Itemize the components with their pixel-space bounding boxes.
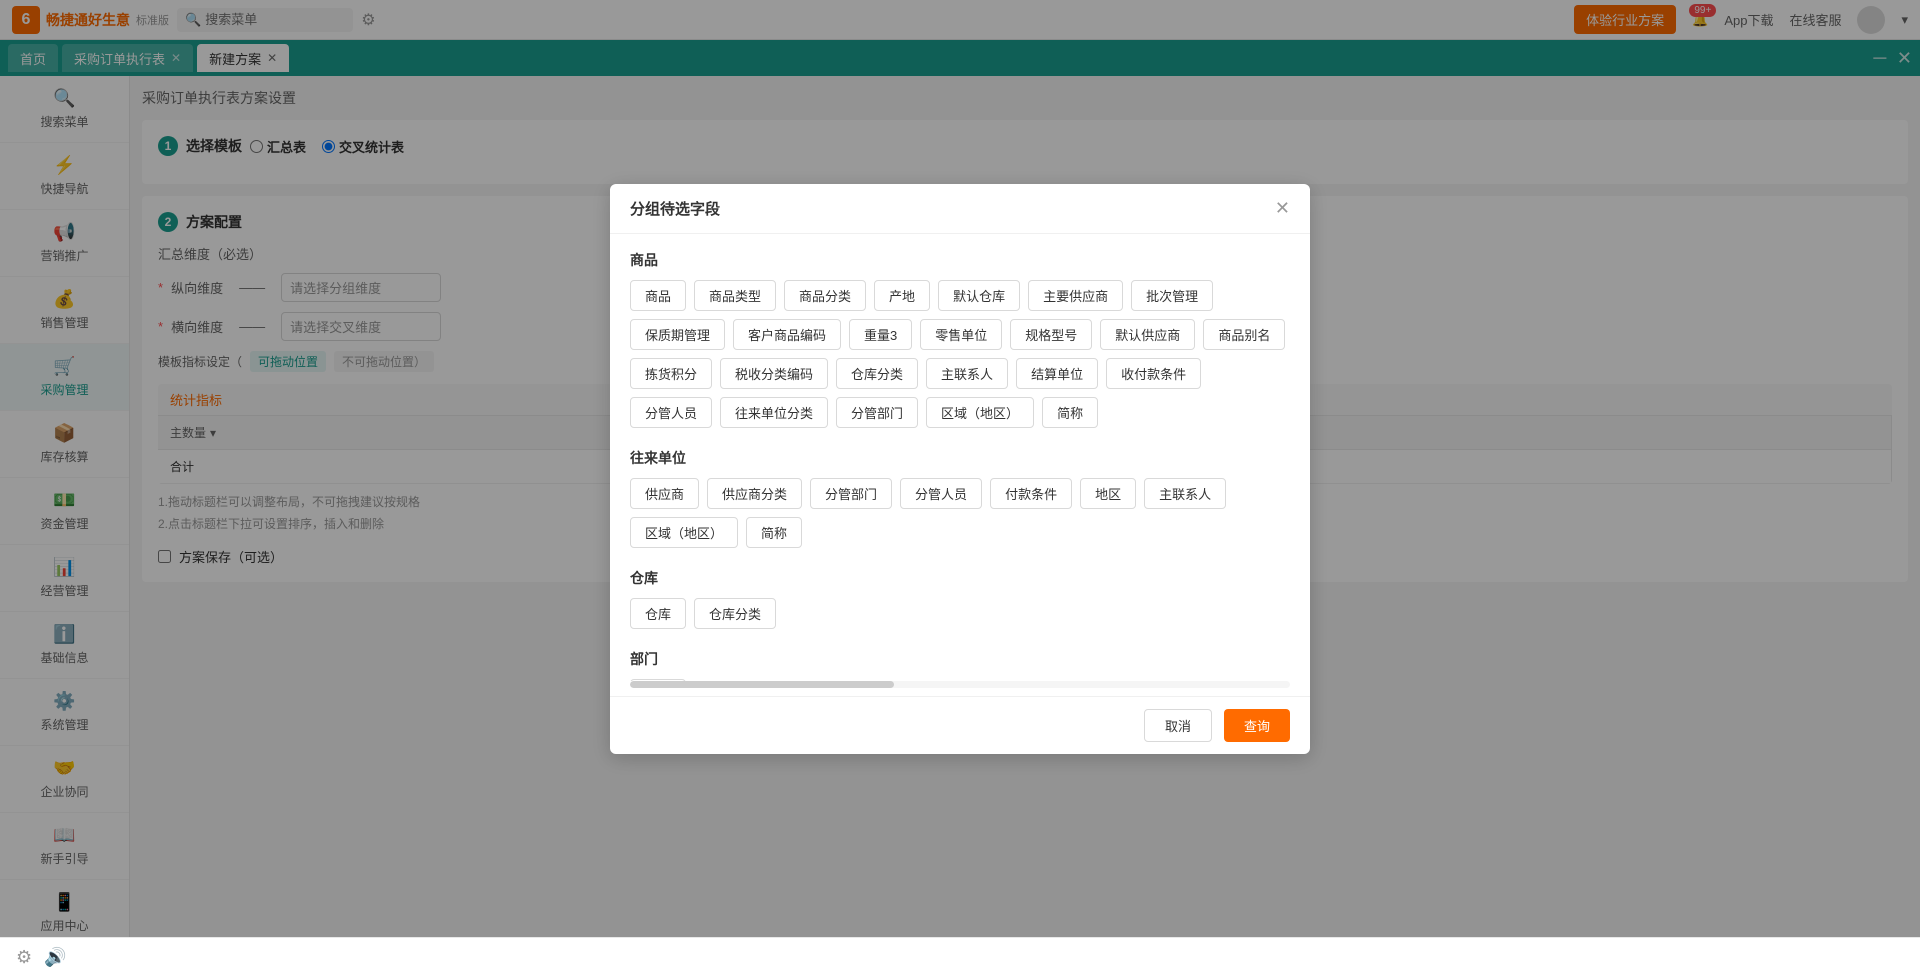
modal-overlay: 分组待选字段 ✕ 商品商品商品类型商品分类产地默认仓库主要供应商批次管理保质期管… bbox=[0, 0, 1920, 937]
field-tags-0: 商品商品类型商品分类产地默认仓库主要供应商批次管理保质期管理客户商品编码重量3 零… bbox=[630, 280, 1290, 428]
field-tag-0-16[interactable]: 仓库分类 bbox=[836, 358, 918, 389]
field-section-0: 商品商品商品类型商品分类产地默认仓库主要供应商批次管理保质期管理客户商品编码重量… bbox=[630, 250, 1290, 428]
modal-body: 商品商品商品类型商品分类产地默认仓库主要供应商批次管理保质期管理客户商品编码重量… bbox=[610, 234, 1310, 682]
field-tags-1: 供应商供应商分类分管部门分管人员付款条件地区主联系人区域（地区） 简称 bbox=[630, 478, 1290, 548]
field-tag-0-21[interactable]: 往来单位分类 bbox=[720, 397, 828, 428]
modal-title: 分组待选字段 bbox=[630, 198, 720, 219]
field-tag-1-8[interactable]: 简称 bbox=[746, 517, 802, 548]
settings-bottom-icon[interactable]: ⚙ bbox=[16, 947, 32, 968]
field-tag-1-3[interactable]: 分管人员 bbox=[900, 478, 982, 509]
field-tag-0-8[interactable]: 客户商品编码 bbox=[733, 319, 841, 350]
modal-close-btn[interactable]: ✕ bbox=[1275, 199, 1290, 217]
field-tag-1-5[interactable]: 地区 bbox=[1080, 478, 1136, 509]
field-tag-0-0[interactable]: 商品 bbox=[630, 280, 686, 311]
field-tag-1-6[interactable]: 主联系人 bbox=[1144, 478, 1226, 509]
field-tag-1-0[interactable]: 供应商 bbox=[630, 478, 699, 509]
field-select-modal: 分组待选字段 ✕ 商品商品商品类型商品分类产地默认仓库主要供应商批次管理保质期管… bbox=[610, 184, 1310, 754]
field-section-title-0: 商品 bbox=[630, 250, 1290, 270]
field-tag-1-2[interactable]: 分管部门 bbox=[810, 478, 892, 509]
bottom-left: ⚙ 🔊 bbox=[16, 947, 67, 968]
field-tag-2-0[interactable]: 仓库 bbox=[630, 598, 686, 629]
bottom-bar: ⚙ 🔊 bbox=[0, 937, 1920, 977]
cancel-button[interactable]: 取消 bbox=[1144, 709, 1212, 742]
field-tag-0-24[interactable]: 简称 bbox=[1042, 397, 1098, 428]
field-tag-0-13[interactable]: 商品别名 bbox=[1203, 319, 1285, 350]
field-section-title-2: 仓库 bbox=[630, 568, 1290, 588]
modal-footer: 取消 查询 bbox=[610, 696, 1310, 754]
field-tag-0-23[interactable]: 区域（地区） bbox=[926, 397, 1034, 428]
field-tag-0-20[interactable]: 分管人员 bbox=[630, 397, 712, 428]
modal-header: 分组待选字段 ✕ bbox=[610, 184, 1310, 234]
field-section-title-1: 往来单位 bbox=[630, 448, 1290, 468]
field-tag-0-3[interactable]: 产地 bbox=[874, 280, 930, 311]
field-section-1: 往来单位供应商供应商分类分管部门分管人员付款条件地区主联系人区域（地区） 简称 bbox=[630, 448, 1290, 548]
field-tag-0-2[interactable]: 商品分类 bbox=[784, 280, 866, 311]
scrollbar-thumb bbox=[630, 681, 894, 687]
field-tag-0-5[interactable]: 主要供应商 bbox=[1028, 280, 1123, 311]
field-tag-0-22[interactable]: 分管部门 bbox=[836, 397, 918, 428]
field-tag-0-19[interactable]: 收付款条件 bbox=[1106, 358, 1201, 389]
field-tag-0-15[interactable]: 税收分类编码 bbox=[720, 358, 828, 389]
field-tag-0-10[interactable]: 零售单位 bbox=[920, 319, 1002, 350]
field-tag-0-4[interactable]: 默认仓库 bbox=[938, 280, 1020, 311]
field-tag-0-17[interactable]: 主联系人 bbox=[926, 358, 1008, 389]
field-section-title-3: 部门 bbox=[630, 649, 1290, 669]
field-tag-0-14[interactable]: 拣货积分 bbox=[630, 358, 712, 389]
horizontal-scrollbar[interactable] bbox=[630, 681, 1290, 687]
volume-bottom-icon[interactable]: 🔊 bbox=[44, 947, 66, 968]
field-tag-0-6[interactable]: 批次管理 bbox=[1131, 280, 1213, 311]
field-tag-1-1[interactable]: 供应商分类 bbox=[707, 478, 802, 509]
field-tag-0-1[interactable]: 商品类型 bbox=[694, 280, 776, 311]
confirm-button[interactable]: 查询 bbox=[1224, 709, 1290, 742]
field-tag-0-12[interactable]: 默认供应商 bbox=[1100, 319, 1195, 350]
field-tag-2-1[interactable]: 仓库分类 bbox=[694, 598, 776, 629]
field-tags-2: 仓库仓库分类 bbox=[630, 598, 1290, 629]
field-tag-1-7[interactable]: 区域（地区） bbox=[630, 517, 738, 548]
field-section-3: 部门部门 bbox=[630, 649, 1290, 682]
field-tag-0-18[interactable]: 结算单位 bbox=[1016, 358, 1098, 389]
field-section-2: 仓库仓库仓库分类 bbox=[630, 568, 1290, 629]
field-tag-0-7[interactable]: 保质期管理 bbox=[630, 319, 725, 350]
field-tag-0-11[interactable]: 规格型号 bbox=[1010, 319, 1092, 350]
field-tag-1-4[interactable]: 付款条件 bbox=[990, 478, 1072, 509]
field-tag-0-9[interactable]: 重量3 bbox=[849, 319, 912, 350]
